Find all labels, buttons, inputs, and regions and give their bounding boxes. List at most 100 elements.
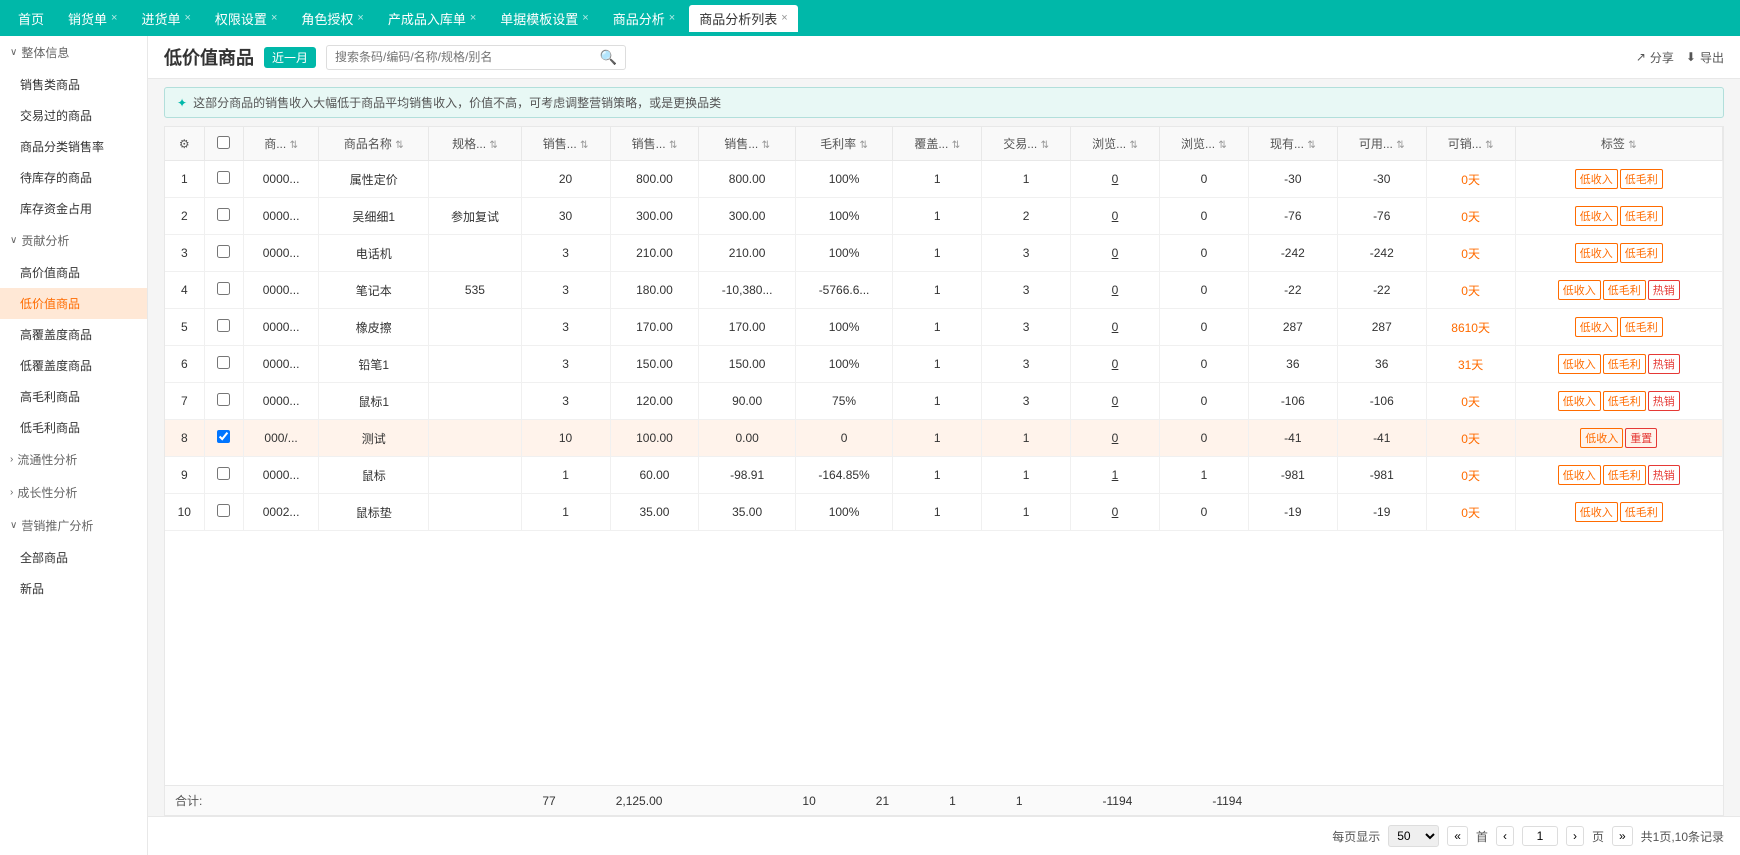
view-link[interactable]: 0: [1112, 172, 1119, 186]
sidebar-section-整体信息[interactable]: ∨整体信息: [0, 36, 147, 69]
nav-tab-商品分析列表[interactable]: 商品分析列表×: [689, 5, 797, 32]
sidebar-item-商品分类销售率[interactable]: 商品分类销售率: [0, 131, 147, 162]
col-header-checkbox[interactable]: [204, 127, 243, 161]
sidebar-item-低价值商品[interactable]: 低价值商品: [0, 288, 147, 319]
table-container[interactable]: ⚙商... ⇅商品名称 ⇅规格... ⇅销售... ⇅销售... ⇅销售... …: [164, 126, 1724, 786]
col-header-name[interactable]: 商品名称 ⇅: [319, 127, 429, 161]
close-tab-icon[interactable]: ×: [357, 12, 363, 24]
sort-icon: ⇅: [395, 140, 403, 151]
tag-label: 低毛利: [1603, 354, 1646, 374]
cell-sale_amount: 210.00: [610, 235, 699, 272]
sort-icon: ⇅: [489, 140, 497, 151]
last-page-button[interactable]: »: [1612, 826, 1633, 846]
row-checkbox[interactable]: [217, 430, 230, 443]
row-checkbox[interactable]: [217, 504, 230, 517]
view-link[interactable]: 1: [1112, 468, 1119, 482]
search-icon[interactable]: 🔍: [600, 49, 617, 66]
sidebar-item-低毛利商品[interactable]: 低毛利商品: [0, 412, 147, 443]
view-link[interactable]: 0: [1112, 320, 1119, 334]
sidebar-section-营销推广分析[interactable]: ∨营销推广分析: [0, 509, 147, 542]
settings-icon[interactable]: ⚙: [179, 137, 190, 151]
footer-view1: 1: [949, 794, 956, 808]
view-link[interactable]: 0: [1112, 246, 1119, 260]
sidebar-item-库存资金占用[interactable]: 库存资金占用: [0, 193, 147, 224]
select-all-checkbox[interactable]: [217, 136, 230, 149]
row-checkbox[interactable]: [217, 319, 230, 332]
export-button[interactable]: ⬇ 导出: [1686, 49, 1724, 66]
first-page-button[interactable]: «: [1447, 826, 1468, 846]
sidebar-item-全部商品[interactable]: 全部商品: [0, 542, 147, 573]
sidebar-section-贡献分析[interactable]: ∨贡献分析: [0, 224, 147, 257]
search-input[interactable]: [335, 50, 594, 64]
sidebar-item-交易过的商品[interactable]: 交易过的商品: [0, 100, 147, 131]
sidebar-item-待库存的商品[interactable]: 待库存的商品: [0, 162, 147, 193]
view-link[interactable]: 0: [1112, 209, 1119, 223]
col-header-tags[interactable]: 标签 ⇅: [1515, 127, 1722, 161]
nav-tab-销货单[interactable]: 销货单×: [58, 5, 127, 32]
nav-tab-角色授权[interactable]: 角色授权×: [291, 5, 373, 32]
row-checkbox[interactable]: [217, 171, 230, 184]
view-link[interactable]: 0: [1112, 431, 1119, 445]
nav-tab-进货单[interactable]: 进货单×: [131, 5, 200, 32]
close-tab-icon[interactable]: ×: [669, 12, 675, 24]
days-value: 0天: [1461, 247, 1480, 261]
close-tab-icon[interactable]: ×: [582, 12, 588, 24]
cell-view2: 0: [1159, 198, 1248, 235]
col-header-settings[interactable]: ⚙: [165, 127, 204, 161]
row-checkbox[interactable]: [217, 245, 230, 258]
sidebar-item-销售类商品[interactable]: 销售类商品: [0, 69, 147, 100]
col-header-code[interactable]: 商... ⇅: [243, 127, 318, 161]
close-tab-icon[interactable]: ×: [184, 12, 190, 24]
nav-tab-商品分析[interactable]: 商品分析×: [603, 5, 685, 32]
cell-sale_amount: 800.00: [610, 161, 699, 198]
close-tab-icon[interactable]: ×: [470, 12, 476, 24]
row-checkbox[interactable]: [217, 356, 230, 369]
col-header-sale_qty[interactable]: 销售... ⇅: [521, 127, 610, 161]
sidebar-item-新品[interactable]: 新品: [0, 573, 147, 604]
cell-current: -30: [1248, 161, 1337, 198]
view-link[interactable]: 0: [1112, 505, 1119, 519]
col-header-saleable[interactable]: 可销... ⇅: [1426, 127, 1515, 161]
cell-code: 0000...: [243, 272, 318, 309]
prev-page-label: 首: [1476, 828, 1488, 845]
sidebar-item-高覆盖度商品[interactable]: 高覆盖度商品: [0, 319, 147, 350]
nav-tab-产成品入库单[interactable]: 产成品入库单×: [378, 5, 486, 32]
view-link[interactable]: 0: [1112, 283, 1119, 297]
cell-tags: 低收入低毛利: [1515, 494, 1722, 531]
next-page-button[interactable]: ›: [1566, 826, 1584, 846]
sidebar-section-流通性分析[interactable]: ›流通性分析: [0, 443, 147, 476]
period-button[interactable]: 近一月: [264, 47, 316, 68]
days-value: 8610天: [1451, 321, 1490, 335]
close-tab-icon[interactable]: ×: [781, 12, 787, 24]
share-button[interactable]: ↗ 分享: [1636, 49, 1674, 66]
col-header-sale_profit[interactable]: 销售... ⇅: [699, 127, 795, 161]
col-header-sale_amount[interactable]: 销售... ⇅: [610, 127, 699, 161]
col-header-trade[interactable]: 交易... ⇅: [982, 127, 1071, 161]
row-checkbox[interactable]: [217, 282, 230, 295]
row-checkbox[interactable]: [217, 467, 230, 480]
close-tab-icon[interactable]: ×: [271, 12, 277, 24]
page-input[interactable]: [1522, 826, 1558, 846]
nav-tab-单据模板设置[interactable]: 单据模板设置×: [490, 5, 598, 32]
col-header-view1[interactable]: 浏览... ⇅: [1071, 127, 1160, 161]
header-actions: ↗ 分享 ⬇ 导出: [1636, 49, 1724, 66]
sidebar-item-低覆盖度商品[interactable]: 低覆盖度商品: [0, 350, 147, 381]
page-size-select[interactable]: 50 100: [1388, 825, 1439, 847]
col-header-spec[interactable]: 规格... ⇅: [429, 127, 521, 161]
nav-tab-权限设置[interactable]: 权限设置×: [205, 5, 287, 32]
sidebar-item-高价值商品[interactable]: 高价值商品: [0, 257, 147, 288]
prev-page-button[interactable]: ‹: [1496, 826, 1514, 846]
row-checkbox[interactable]: [217, 393, 230, 406]
view-link[interactable]: 0: [1112, 394, 1119, 408]
col-header-current[interactable]: 现有... ⇅: [1248, 127, 1337, 161]
col-header-view2[interactable]: 浏览... ⇅: [1159, 127, 1248, 161]
sidebar-item-高毛利商品[interactable]: 高毛利商品: [0, 381, 147, 412]
close-tab-icon[interactable]: ×: [111, 12, 117, 24]
view-link[interactable]: 0: [1112, 357, 1119, 371]
col-header-available[interactable]: 可用... ⇅: [1337, 127, 1426, 161]
col-header-gross_margin[interactable]: 毛利率 ⇅: [795, 127, 892, 161]
col-header-coverage[interactable]: 覆盖... ⇅: [893, 127, 982, 161]
sidebar-section-成长性分析[interactable]: ›成长性分析: [0, 476, 147, 509]
nav-tab-首页[interactable]: 首页: [8, 5, 54, 32]
row-checkbox[interactable]: [217, 208, 230, 221]
